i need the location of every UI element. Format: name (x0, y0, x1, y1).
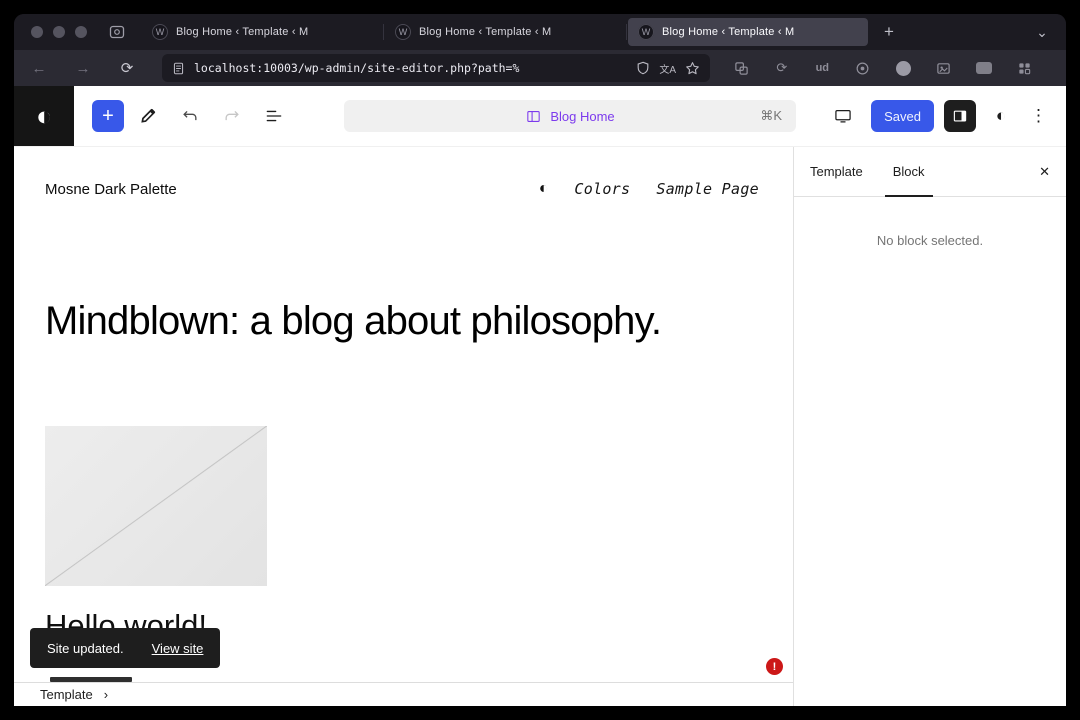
extension-circle-icon[interactable] (850, 55, 876, 81)
no-block-selected-text: No block selected. (876, 233, 984, 248)
wordpress-favicon-icon: W (638, 24, 654, 40)
snackbar-notice: Site updated. View site (30, 628, 221, 668)
extension-ud-icon[interactable]: ud (809, 55, 835, 81)
extensions-area: ⟳ ud (710, 55, 1056, 81)
shield-icon[interactable] (636, 61, 650, 75)
account-avatar-icon[interactable] (890, 55, 916, 81)
url-text: localhost:10003/wp-admin/site-editor.php… (194, 61, 520, 75)
redo-button[interactable] (214, 98, 250, 134)
page-icon (173, 62, 184, 74)
options-menu-button[interactable]: ⋮ (1026, 100, 1052, 132)
list-all-tabs-button[interactable]: ⌄ (1028, 18, 1056, 46)
url-bar[interactable]: localhost:10003/wp-admin/site-editor.php… (162, 54, 710, 82)
tab-title: Blog Home ‹ Template ‹ M (419, 26, 552, 38)
error-badge-icon[interactable]: ! (766, 658, 783, 675)
document-title: Blog Home (550, 108, 615, 124)
undo-button[interactable] (172, 98, 208, 134)
view-site-link[interactable]: View site (152, 641, 204, 656)
zoom-window-button[interactable] (75, 26, 87, 38)
nav-contrast-icon[interactable]: ◐ (539, 180, 549, 198)
settings-sidebar: Template Block ✕ No block selected. (793, 147, 1066, 706)
list-view-icon (266, 110, 282, 122)
tab-title: Blog Home ‹ Template ‹ M (176, 26, 309, 38)
close-sidebar-icon[interactable]: ✕ (1039, 164, 1050, 180)
sidebar-body: No block selected. (794, 197, 1066, 248)
document-overview-button[interactable] (256, 98, 292, 134)
forward-button[interactable]: → (66, 54, 100, 82)
pencil-icon (141, 108, 156, 123)
sidebar-icon (953, 110, 967, 122)
browser-tab-2[interactable]: W Blog Home ‹ Template ‹ M (385, 18, 625, 46)
saved-button[interactable]: Saved (871, 100, 934, 132)
firefox-view-icon[interactable] (103, 18, 131, 46)
browser-window: W Blog Home ‹ Template ‹ M W Blog Home ‹… (14, 14, 1066, 706)
browser-tab-1[interactable]: W Blog Home ‹ Template ‹ M (142, 18, 382, 46)
editor-tools: + (74, 98, 292, 134)
template-icon (527, 110, 541, 122)
browser-nav-bar: ← → ⟳ localhost:10003/wp-admin/site-edit… (14, 50, 1066, 86)
tools-pencil-button[interactable] (130, 98, 166, 134)
nav-link-sample-page[interactable]: Sample Page (656, 180, 759, 198)
editor-header: ◐ + Blog Home ⌘K Saved ◐ ⋮ (14, 86, 1066, 146)
site-hub-button[interactable]: ◐ (14, 86, 74, 146)
wordpress-favicon-icon: W (395, 24, 411, 40)
nav-link-colors[interactable]: Colors (574, 180, 630, 198)
editor-canvas: Mosne Dark Palette ◐ Colors Sample Page … (14, 147, 793, 706)
tab-title: Blog Home ‹ Template ‹ M (662, 26, 795, 38)
editor-header-actions: Saved ◐ ⋮ (825, 98, 1066, 134)
browser-tab-3-active[interactable]: W Blog Home ‹ Template ‹ M (628, 18, 868, 46)
extension-puzzle-icon[interactable] (1012, 55, 1038, 81)
editor-body: Mosne Dark Palette ◐ Colors Sample Page … (14, 146, 1066, 706)
chevron-right-icon: › (103, 687, 109, 702)
extension-image-icon[interactable] (931, 55, 957, 81)
site-header-block: Mosne Dark Palette ◐ Colors Sample Page (45, 178, 759, 200)
sidebar-header: Template Block ✕ (794, 147, 1066, 197)
block-inserter-button[interactable]: + (92, 100, 124, 132)
view-preview-button[interactable] (825, 98, 861, 134)
extension-shapes-icon[interactable] (728, 55, 754, 81)
browser-tab-bar: W Blog Home ‹ Template ‹ M W Blog Home ‹… (14, 14, 1066, 50)
editor-header-main: + Blog Home ⌘K Saved ◐ ⋮ (74, 86, 1066, 146)
bookmark-star-icon[interactable] (685, 61, 700, 76)
extension-pill-icon[interactable] (971, 55, 997, 81)
undo-icon (183, 110, 197, 121)
reload-button[interactable]: ⟳ (110, 54, 144, 82)
sidebar-tab-template[interactable]: Template (810, 147, 863, 197)
styles-contrast-icon[interactable]: ◐ (986, 100, 1016, 132)
tab-separator (383, 24, 384, 40)
navigation-block: ◐ Colors Sample Page (539, 180, 759, 198)
breadcrumb-template[interactable]: Template (40, 687, 93, 702)
image-placeholder-block[interactable] (45, 426, 267, 586)
snackbar-message: Site updated. (47, 640, 124, 656)
translate-icon[interactable]: 文A (659, 61, 676, 76)
new-tab-button[interactable]: + (875, 18, 903, 46)
extension-sync-icon[interactable]: ⟳ (769, 55, 795, 81)
close-window-button[interactable] (31, 26, 43, 38)
tab-separator (626, 24, 627, 40)
wordpress-favicon-icon: W (152, 24, 168, 40)
minimize-window-button[interactable] (53, 26, 65, 38)
settings-sidebar-toggle[interactable] (944, 100, 976, 132)
sidebar-tab-block[interactable]: Block (884, 147, 933, 197)
window-controls (31, 26, 87, 38)
heading-block[interactable]: Mindblown: a blog about philosophy. (45, 299, 662, 344)
document-bar[interactable]: Blog Home ⌘K (344, 100, 796, 132)
breadcrumb-bar: Template › (14, 682, 793, 706)
command-shortcut-hint: ⌘K (760, 108, 782, 123)
desktop-icon (835, 109, 851, 123)
back-button[interactable]: ← (22, 54, 56, 82)
site-title[interactable]: Mosne Dark Palette (45, 181, 177, 198)
redo-icon (225, 110, 239, 121)
